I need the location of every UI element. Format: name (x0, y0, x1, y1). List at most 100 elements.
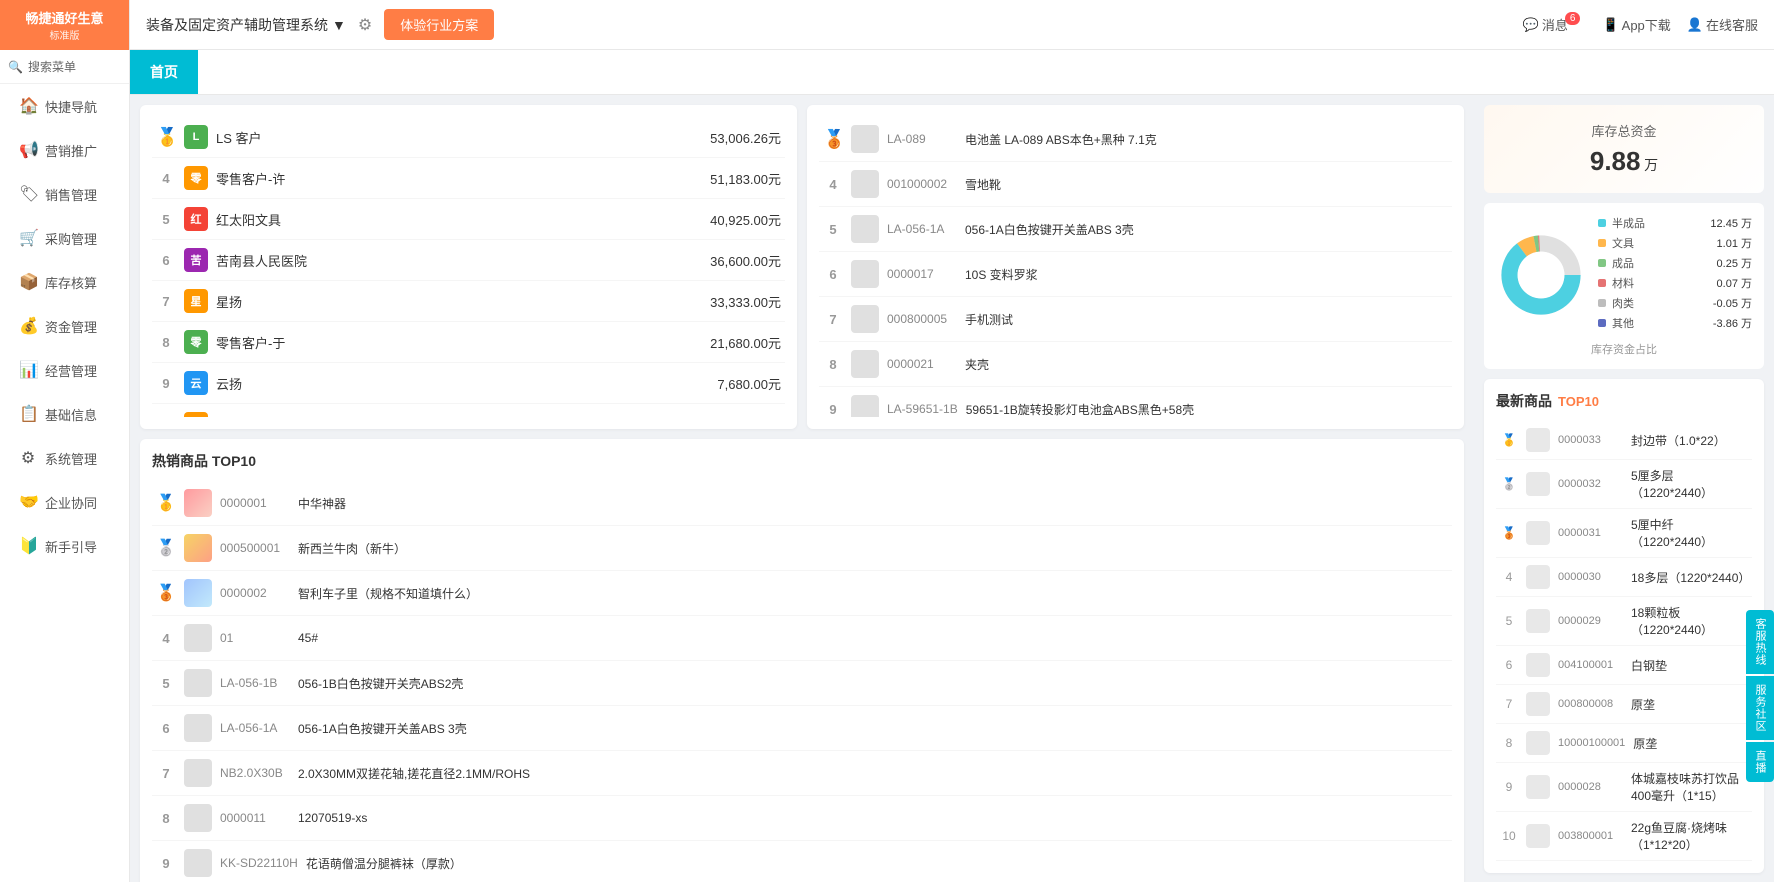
prod-img-6 (851, 260, 879, 288)
sidebar-item-quick-nav[interactable]: 🏠 快捷导航 (0, 84, 129, 128)
sidebar-label-purchase: 采购管理 (45, 229, 97, 248)
sidebar-item-basic[interactable]: 📋 基础信息 (0, 392, 129, 436)
lp-img-1 (1526, 428, 1550, 452)
sidebar-item-sales[interactable]: 🏷 销售管理 (0, 172, 129, 216)
prod-code-3: LA-089 (887, 132, 957, 146)
prod-name-4: 雪地靴 (965, 176, 1448, 193)
dropdown-arrow-icon: ▼ (332, 17, 346, 33)
search-menu[interactable]: 🔍 搜索菜单 (0, 50, 129, 84)
hp-img-7 (184, 759, 212, 787)
customer-ranking-scroll[interactable]: 🥇 L LS 客户 53,006.26元 4 零 零售客户-许 51,183.0… (152, 117, 785, 417)
sidebar-item-company[interactable]: 🤝 企业协同 (0, 480, 129, 524)
search-icon: 🔍 (8, 60, 23, 74)
lp-item-8: 8 10000100001 原垄 (1496, 724, 1752, 763)
prod-code-4: 001000002 (887, 177, 957, 191)
message-badge: 6 (1565, 12, 1581, 25)
prod-name-6: 10S 变料罗浆 (965, 266, 1448, 283)
rank-badge-7: 云 (184, 371, 208, 395)
legend-chengpin: 成品 0.25 万 (1598, 255, 1752, 271)
sidebar-item-operation[interactable]: 📊 经营管理 (0, 348, 129, 392)
lp-item-4: 4 0000030 18多层（1220*2440） (1496, 558, 1752, 597)
legend-semichanpin: 半成品 12.45 万 (1598, 215, 1752, 231)
sidebar-item-purchase[interactable]: 🛒 采购管理 (0, 216, 129, 260)
sales-icon: 🏷 (19, 184, 37, 204)
rank-badge-1: L (184, 125, 208, 149)
rank-name-3: 红太阳文具 (216, 210, 702, 229)
sidebar-label-sales: 销售管理 (45, 185, 97, 204)
float-service-hotline[interactable]: 客服热线 (1746, 610, 1774, 674)
hp-img-6 (184, 714, 212, 742)
logo-sub: 标准版 (50, 27, 80, 42)
prod-img-8 (851, 350, 879, 378)
sidebar-label-operation: 经营管理 (45, 361, 97, 380)
legend-dot-6 (1598, 319, 1606, 327)
hp-6: 6 LA-056-1A 056-1A白色按键开关盖ABS 3壳 (152, 706, 1452, 751)
latest-products-title: 最新商品 TOP10 (1496, 391, 1752, 411)
company-icon: 🤝 (19, 492, 37, 512)
rank-item-3: 5 红 红太阳文具 40,925.00元 (152, 199, 785, 240)
rank-amount-1: 53,006.26元 (710, 128, 781, 147)
experience-btn[interactable]: 体验行业方案 (384, 9, 494, 40)
prod-code-7: 000800005 (887, 312, 957, 326)
sidebar-label-quick-nav: 快捷导航 (45, 97, 97, 116)
legend-cailiao: 材料 0.07 万 (1598, 275, 1752, 291)
sidebar-label-company: 企业协同 (45, 493, 97, 512)
sidebar-item-finance[interactable]: 💰 资金管理 (0, 304, 129, 348)
operation-icon: 📊 (19, 360, 37, 380)
hp-7: 7 NB2.0X30B 2.0X30MM双搓花轴,搓花直径2.1MM/ROHS (152, 751, 1452, 796)
rank-badge-6: 零 (184, 330, 208, 354)
app-download-action[interactable]: 📱 App下载 (1602, 15, 1670, 34)
hp-3: 🥉 0000002 智利车子里（规格不知道填什么） (152, 571, 1452, 616)
sidebar-item-system[interactable]: ⚙ 系统管理 (0, 436, 129, 480)
lp-img-2 (1526, 472, 1550, 496)
rank-num-4: 4 (156, 171, 176, 186)
rank-item-1: 🥇 L LS 客户 53,006.26元 (152, 117, 785, 158)
float-service-live[interactable]: 直播 (1746, 742, 1774, 782)
hp-4: 4 01 45# (152, 616, 1452, 661)
prod-name-9: 59651-1B旋转投影灯电池盒ABS黑色+58壳 (966, 401, 1448, 418)
online-service-action[interactable]: 👤 在线客服 (1687, 15, 1758, 34)
hp-img-1 (184, 489, 212, 517)
hp-8: 8 0000011 12070519-xs (152, 796, 1452, 841)
legend-wenju: 文具 1.01 万 (1598, 235, 1752, 251)
rank-item-8: 10 肖 肖总 7,563.00元 (152, 404, 785, 417)
prod-num-9: 9 (823, 402, 843, 417)
donut-legend: 半成品 12.45 万 文具 1.01 万 成品 0.25 万 (1598, 215, 1752, 335)
latest-products-list: 🥇 0000033 封边带（1.0*22） 🥈 0000032 5厘多层（122… (1496, 421, 1752, 861)
hot-products-label: 热销商品 TOP10 (152, 451, 256, 471)
prod-img-5 (851, 215, 879, 243)
lp-img-4 (1526, 565, 1550, 589)
float-service-community[interactable]: 服务社区 (1746, 676, 1774, 740)
message-action[interactable]: 💬 消息 6 (1523, 15, 1587, 34)
prod-num-7: 7 (823, 312, 843, 327)
sidebar-item-guide[interactable]: 🔰 新手引导 (0, 524, 129, 568)
hp-9: 9 KK-SD22110H 花语萌僧温分腿裤袜（厚款） (152, 841, 1452, 882)
app-download-label: App下载 (1622, 15, 1671, 34)
prod-medal-3: 🥉 (823, 129, 843, 150)
lp-img-3 (1526, 521, 1550, 545)
prod-code-9: LA-59651-1B (887, 402, 958, 416)
sidebar-item-inventory[interactable]: 📦 库存核算 (0, 260, 129, 304)
donut-chart-section: 半成品 12.45 万 文具 1.01 万 成品 0.25 万 (1484, 203, 1764, 369)
prod-img-4 (851, 170, 879, 198)
system-title-dropdown[interactable]: 装备及固定资产辅助管理系统 ▼ (146, 15, 346, 35)
basic-icon: 📋 (19, 404, 37, 424)
rank-item-4: 6 苦 苦南县人民医院 36,600.00元 (152, 240, 785, 281)
hp-5: 5 LA-056-1B 056-1B白色按键开关壳ABS2壳 (152, 661, 1452, 706)
search-label: 搜索菜单 (28, 58, 76, 75)
rank-name-7: 云扬 (216, 374, 709, 393)
rank-num-7: 7 (156, 294, 176, 309)
finance-icon: 💰 (19, 316, 37, 336)
prod-img-9 (851, 395, 879, 417)
prod-num-4: 4 (823, 177, 843, 192)
gear-icon[interactable]: ⚙ (358, 15, 372, 35)
sidebar-item-marketing[interactable]: 📢 营销推广 (0, 128, 129, 172)
product-rank-list-right: 🥉 LA-089 电池盖 LA-089 ABS本色+黑种 7.1克 4 0010… (819, 117, 1452, 417)
purchase-icon: 🛒 (19, 228, 37, 248)
lp-item-3: 🥉 0000031 5厘中纤（1220*2440） (1496, 509, 1752, 558)
product-top10-scroll[interactable]: 🥉 LA-089 电池盖 LA-089 ABS本色+黑种 7.1克 4 0010… (819, 117, 1452, 417)
legend-qita: 其他 -3.86 万 (1598, 315, 1752, 331)
prod-name-8: 夹壳 (965, 356, 1448, 373)
tab-home[interactable]: 首页 (130, 50, 198, 94)
rank-num-8: 8 (156, 335, 176, 350)
